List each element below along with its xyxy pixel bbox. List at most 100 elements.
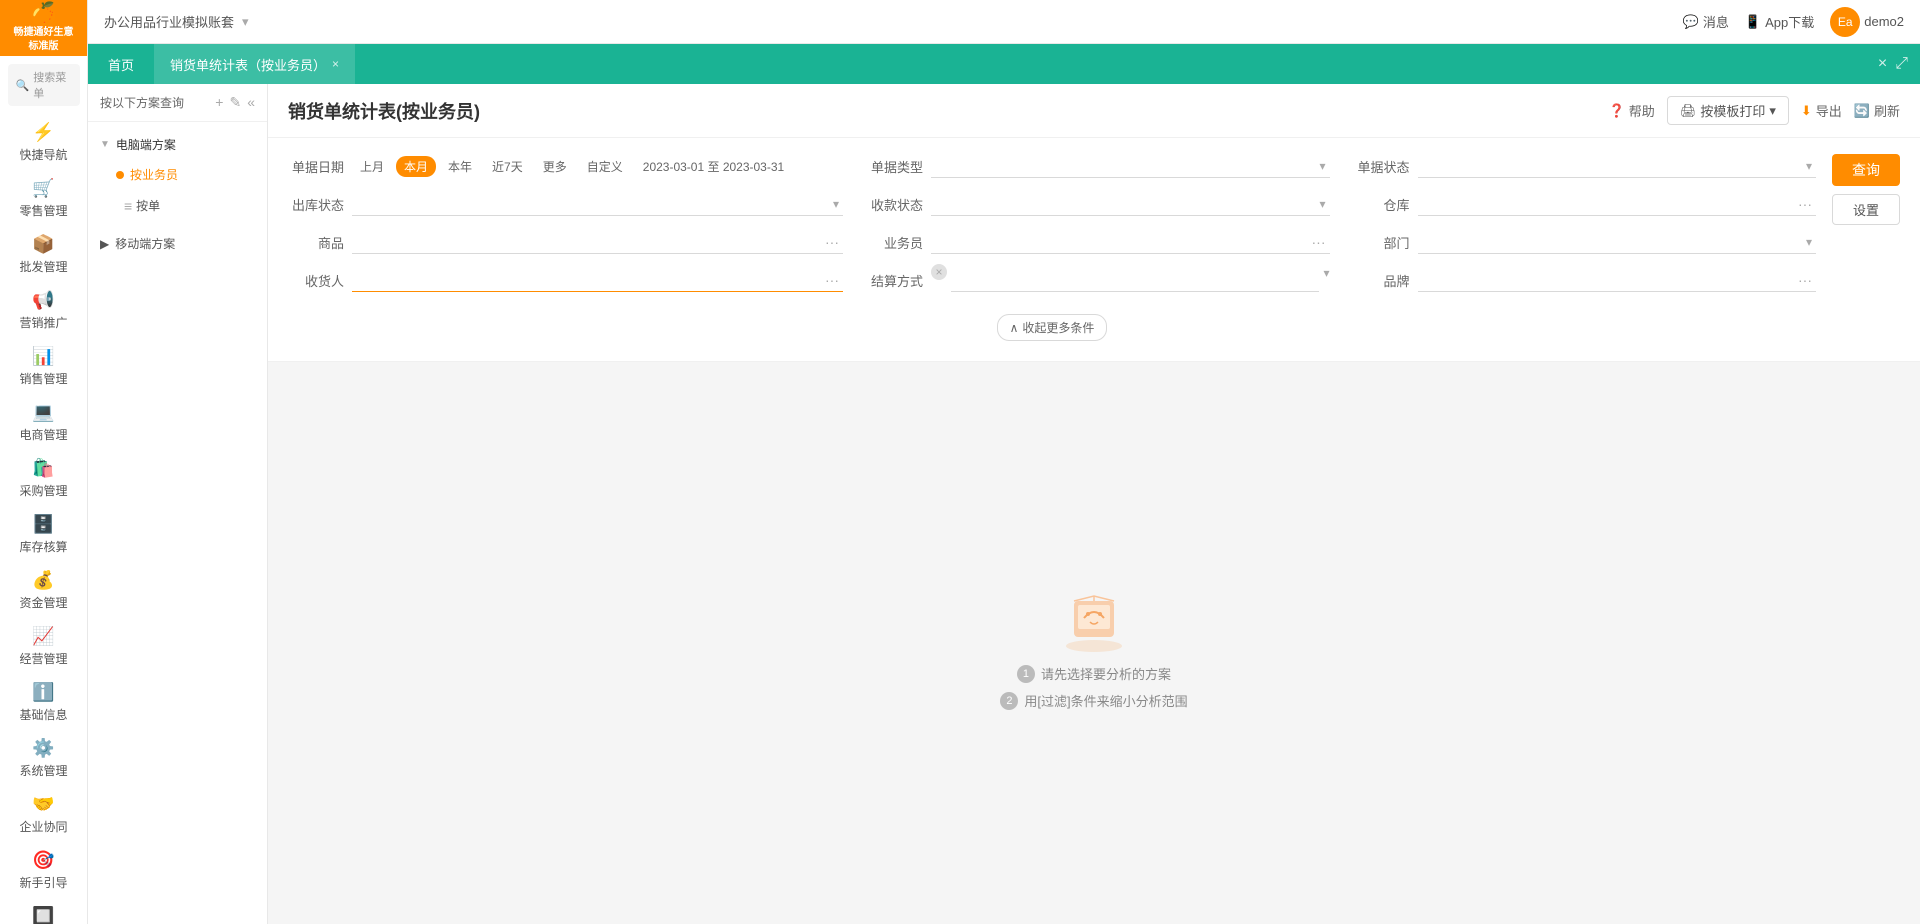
date-tab-this-year[interactable]: 本年 bbox=[440, 156, 480, 177]
mobile-arrow-icon: ▶ bbox=[100, 237, 109, 251]
filter-row-1: 单据日期 上月 本月 本年 近7天 更多 自定义 bbox=[288, 154, 1816, 178]
message-button[interactable]: 💬 消息 bbox=[1683, 12, 1729, 31]
topbar-left: 办公用品行业模拟账套 ▾ bbox=[104, 12, 249, 31]
sidebar-item-system[interactable]: ⚙️ 系统管理 bbox=[0, 730, 88, 786]
out-status-select[interactable] bbox=[352, 192, 843, 216]
sidebar-item-ecommerce[interactable]: 💻 电商管理 bbox=[0, 394, 88, 450]
print-label: 按模板打印 bbox=[1700, 101, 1765, 120]
step-1-text: 请先选择要分析的方案 bbox=[1041, 664, 1171, 683]
date-tab-7days[interactable]: 近7天 bbox=[484, 156, 531, 177]
sidebar-item-label: 经营管理 bbox=[19, 650, 67, 667]
help-icon: ❓ bbox=[1609, 103, 1625, 119]
user-profile[interactable]: Ea demo2 bbox=[1830, 7, 1904, 37]
sidebar-item-label: 快捷导航 bbox=[19, 146, 67, 163]
brand-input[interactable] bbox=[1418, 268, 1817, 292]
department-select[interactable] bbox=[1418, 230, 1817, 254]
sidebar-item-wholesale[interactable]: 📦 批发管理 bbox=[0, 226, 88, 282]
sidebar-item-operation[interactable]: 📈 经营管理 bbox=[0, 618, 88, 674]
filter-department: 部门 ▾ bbox=[1354, 230, 1817, 254]
sidebar-item-retail[interactable]: 🛒 零售管理 bbox=[0, 170, 88, 226]
department-control: ▾ bbox=[1418, 230, 1817, 254]
doc-type-label: 单据类型 bbox=[867, 157, 923, 176]
filter-row-3: 商品 ··· 业务员 ··· bbox=[288, 230, 1816, 254]
refresh-button[interactable]: 🔄 刷新 bbox=[1854, 101, 1900, 120]
settle-clear-icon[interactable]: × bbox=[931, 264, 947, 280]
collapse-panel-icon[interactable]: « bbox=[247, 94, 255, 111]
date-tab-this-month[interactable]: 本月 bbox=[396, 156, 436, 177]
sidebar-item-marketing[interactable]: 📢 营销推广 bbox=[0, 282, 88, 338]
sidebar-item-inventory[interactable]: 🗄️ 库存核算 bbox=[0, 506, 88, 562]
filter-receipt-status: 收款状态 ▾ bbox=[867, 192, 1330, 216]
doc-type-select[interactable] bbox=[931, 154, 1330, 178]
search-menu[interactable]: 🔍 搜索菜单 bbox=[8, 64, 80, 106]
salesman-input[interactable] bbox=[931, 230, 1330, 254]
tab-active[interactable]: 销货单统计表（按业务员） × bbox=[154, 44, 355, 84]
date-tab-last-month[interactable]: 上月 bbox=[352, 156, 392, 177]
search-menu-label: 搜索菜单 bbox=[33, 69, 71, 101]
collapse-label: 收起更多条件 bbox=[1022, 319, 1094, 336]
sidebar-item-label: 系统管理 bbox=[19, 762, 67, 779]
collapse-button[interactable]: ∧ 收起更多条件 bbox=[997, 314, 1108, 341]
scheme-by-order[interactable]: ≡ 按单 bbox=[88, 190, 267, 221]
doc-type-control: ▾ bbox=[931, 154, 1330, 178]
receipt-status-label: 收款状态 bbox=[867, 195, 923, 214]
receipt-status-select[interactable] bbox=[931, 192, 1330, 216]
date-tab-more[interactable]: 更多 bbox=[535, 156, 575, 177]
brand-control: ··· bbox=[1418, 268, 1817, 292]
scheme-by-order-label: 按单 bbox=[136, 197, 160, 214]
help-label: 帮助 bbox=[1629, 101, 1655, 120]
tab-home[interactable]: 首页 bbox=[88, 44, 154, 84]
desktop-scheme-title[interactable]: ▼ 电脑端方案 bbox=[88, 130, 267, 159]
sidebar-item-label: 新手引导 bbox=[19, 874, 67, 891]
phone-icon: 📱 bbox=[1745, 14, 1761, 30]
sidebar-item-label: 批发管理 bbox=[19, 258, 67, 275]
filter-brand: 品牌 ··· bbox=[1354, 268, 1817, 292]
settle-select[interactable] bbox=[951, 268, 1319, 292]
filter-area: 单据日期 上月 本月 本年 近7天 更多 自定义 bbox=[268, 138, 1920, 362]
print-dropdown-icon: ▾ bbox=[1769, 103, 1776, 119]
tab-minimize-icon[interactable]: × bbox=[1878, 55, 1887, 73]
date-tab-custom[interactable]: 自定义 bbox=[579, 156, 631, 177]
add-scheme-icon[interactable]: + bbox=[215, 94, 223, 111]
collapse-row: ∧ 收起更多条件 bbox=[288, 306, 1816, 345]
purchase-icon: 🛍️ bbox=[32, 458, 54, 479]
step-2-text: 用[过滤]条件来缩小分析范围 bbox=[1024, 691, 1187, 710]
tab-close-icon[interactable]: × bbox=[332, 57, 339, 71]
query-button[interactable]: 查询 bbox=[1832, 154, 1900, 186]
settings-button[interactable]: 设置 bbox=[1832, 194, 1900, 225]
settle-label: 结算方式 bbox=[867, 271, 923, 290]
export-button[interactable]: ⬇ 导出 bbox=[1801, 101, 1842, 120]
sidebar-item-finance[interactable]: 💰 资金管理 bbox=[0, 562, 88, 618]
sidebar-item-basic[interactable]: ℹ️ 基础信息 bbox=[0, 674, 88, 730]
sidebar-item-newbie[interactable]: 🎯 新手引导 bbox=[0, 842, 88, 898]
sidebar-item-sales[interactable]: 📊 销售管理 bbox=[0, 338, 88, 394]
system-icon: ⚙️ bbox=[32, 738, 54, 759]
print-icon: 🖨 bbox=[1680, 103, 1697, 119]
receipt-status-control: ▾ bbox=[931, 192, 1330, 216]
sidebar: 🍊 畅捷通好生意 标准版 🔍 搜索菜单 ⚡ 快捷导航 🛒 零售管理 📦 批发管理… bbox=[0, 0, 88, 924]
help-button[interactable]: ❓ 帮助 bbox=[1609, 101, 1655, 120]
warehouse-input[interactable] bbox=[1418, 192, 1817, 216]
edit-scheme-icon[interactable]: ✎ bbox=[229, 94, 241, 111]
tab-maximize-icon[interactable]: ⤢ bbox=[1895, 55, 1908, 73]
print-button[interactable]: 🖨 按模板打印 ▾ bbox=[1667, 96, 1789, 125]
scheme-by-salesman[interactable]: 按业务员 bbox=[88, 159, 267, 190]
settle-down-icon: ▾ bbox=[1323, 266, 1329, 280]
sidebar-item-label: 基础信息 bbox=[19, 706, 67, 723]
sidebar-item-collab[interactable]: 🤝 企业协同 bbox=[0, 786, 88, 842]
filter-warehouse: 仓库 ··· bbox=[1354, 192, 1817, 216]
page-title: 销货单统计表(按业务员) bbox=[288, 98, 480, 124]
sidebar-item-quicknav[interactable]: ⚡ 快捷导航 bbox=[0, 114, 88, 170]
app-name-dropdown-icon[interactable]: ▾ bbox=[242, 14, 249, 30]
query-btn-group: 查询 设置 bbox=[1832, 154, 1900, 345]
sidebar-item-apps[interactable]: 🔲 应用中心 bbox=[0, 898, 88, 924]
mobile-scheme-section[interactable]: ▶ 移动端方案 bbox=[88, 229, 267, 258]
receiver-input[interactable] bbox=[352, 268, 843, 292]
doc-status-select[interactable] bbox=[1418, 154, 1817, 178]
app-download-button[interactable]: 📱 App下载 bbox=[1745, 12, 1814, 31]
sidebar-item-label: 电商管理 bbox=[19, 426, 67, 443]
filter-doc-type: 单据类型 ▾ bbox=[867, 154, 1330, 178]
sidebar-item-purchase[interactable]: 🛍️ 采购管理 bbox=[0, 450, 88, 506]
goods-input[interactable] bbox=[352, 230, 843, 254]
left-panel-actions: + ✎ « bbox=[215, 94, 255, 111]
